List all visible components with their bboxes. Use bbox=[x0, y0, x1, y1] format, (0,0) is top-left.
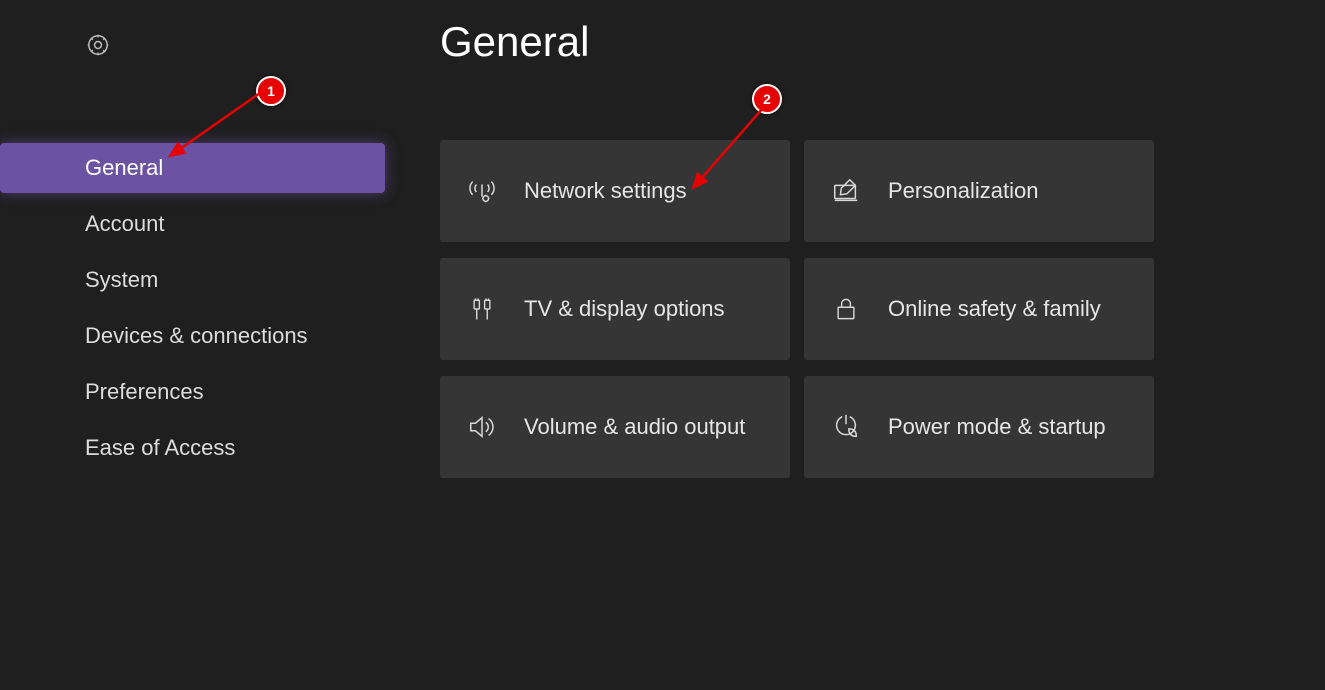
tile-label: Volume & audio output bbox=[524, 414, 745, 440]
sidebar-item-ease-of-access[interactable]: Ease of Access bbox=[0, 423, 385, 473]
sidebar-item-account[interactable]: Account bbox=[0, 199, 385, 249]
sidebar-item-label: Devices & connections bbox=[85, 323, 308, 348]
sidebar-item-label: Ease of Access bbox=[85, 435, 235, 460]
tile-grid: Network settings Personalization bbox=[440, 140, 1325, 478]
power-leaf-icon bbox=[830, 411, 862, 443]
main-content: General Network settings bbox=[385, 0, 1325, 690]
sidebar-nav: General Account System Devices & connect… bbox=[0, 143, 385, 473]
tile-label: Power mode & startup bbox=[888, 414, 1106, 440]
sidebar-item-label: General bbox=[85, 155, 163, 180]
tile-label: TV & display options bbox=[524, 296, 725, 322]
sidebar-item-label: Account bbox=[85, 211, 165, 236]
sidebar-item-label: Preferences bbox=[85, 379, 204, 404]
tile-tv-display[interactable]: TV & display options bbox=[440, 258, 790, 360]
tile-label: Personalization bbox=[888, 178, 1038, 204]
sidebar-item-general[interactable]: General bbox=[0, 143, 385, 193]
speaker-icon bbox=[466, 411, 498, 443]
cables-icon bbox=[466, 293, 498, 325]
tile-network-settings[interactable]: Network settings bbox=[440, 140, 790, 242]
settings-app: General Account System Devices & connect… bbox=[0, 0, 1325, 690]
tile-label: Online safety & family bbox=[888, 296, 1101, 322]
page-title: General bbox=[440, 18, 1325, 66]
tile-online-safety[interactable]: Online safety & family bbox=[804, 258, 1154, 360]
tile-power-startup[interactable]: Power mode & startup bbox=[804, 376, 1154, 478]
antenna-icon bbox=[466, 175, 498, 207]
lock-icon bbox=[830, 293, 862, 325]
monitor-edit-icon bbox=[830, 175, 862, 207]
sidebar-item-devices[interactable]: Devices & connections bbox=[0, 311, 385, 361]
sidebar: General Account System Devices & connect… bbox=[0, 0, 385, 690]
tile-volume-audio[interactable]: Volume & audio output bbox=[440, 376, 790, 478]
sidebar-item-preferences[interactable]: Preferences bbox=[0, 367, 385, 417]
sidebar-item-system[interactable]: System bbox=[0, 255, 385, 305]
tile-personalization[interactable]: Personalization bbox=[804, 140, 1154, 242]
tile-label: Network settings bbox=[524, 178, 687, 204]
sidebar-item-label: System bbox=[85, 267, 158, 292]
gear-icon bbox=[0, 32, 385, 63]
